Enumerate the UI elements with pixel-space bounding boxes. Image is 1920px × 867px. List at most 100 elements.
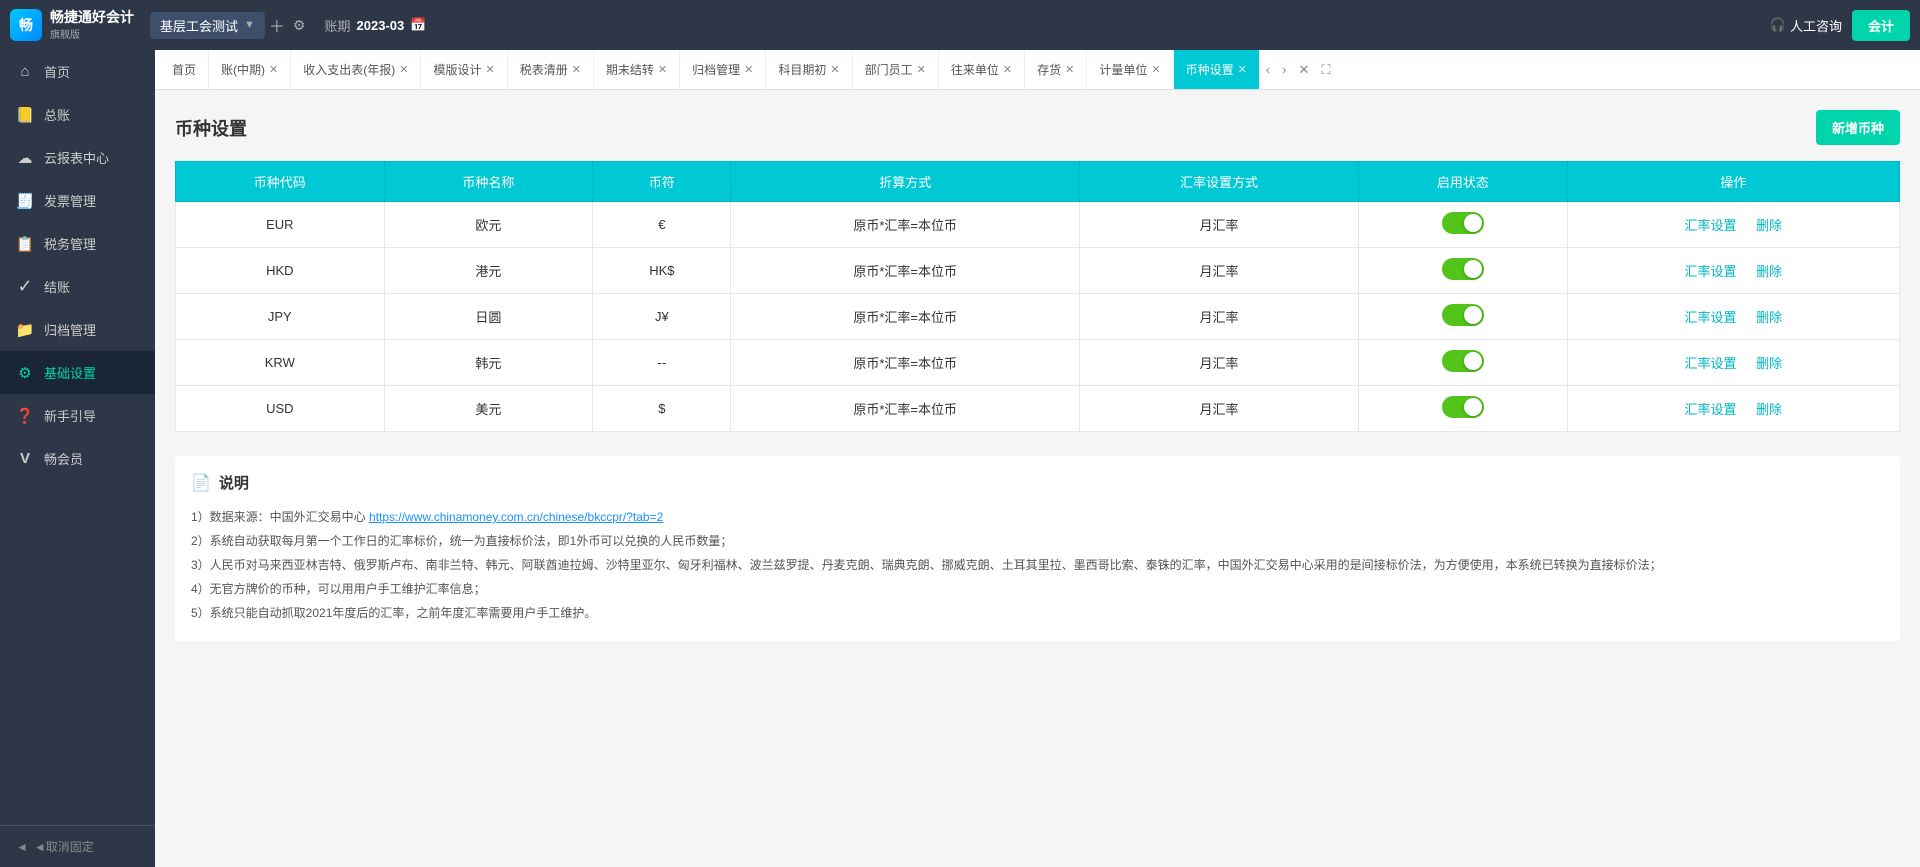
toggle-track[interactable]	[1442, 396, 1484, 418]
period-value: 2023-03	[357, 18, 405, 33]
note-item: 4）无官方牌价的币种，可以用用户手工维护汇率信息；	[191, 577, 1884, 601]
delete-link[interactable]: 删除	[1756, 264, 1782, 279]
tab-subject[interactable]: 科目期初 ✕	[766, 50, 852, 90]
note-link[interactable]: https://www.chinamoney.com.cn/chinese/bk…	[369, 510, 663, 524]
rate-settings-link[interactable]: 汇率设置	[1685, 264, 1737, 279]
tab-close-currency[interactable]: ✕	[1238, 63, 1247, 76]
company-name: 基层工会测试	[160, 16, 238, 35]
tab-period-end[interactable]: 期末结转 ✕	[594, 50, 680, 90]
tab-close-balance[interactable]: ✕	[269, 63, 278, 76]
tab-prev-button[interactable]: ‹	[1260, 62, 1276, 77]
tab-currency[interactable]: 币种设置 ✕	[1174, 50, 1260, 90]
tab-next-button[interactable]: ›	[1276, 62, 1292, 77]
rate-settings-link[interactable]: 汇率设置	[1685, 310, 1737, 325]
tab-archive[interactable]: 归档管理 ✕	[680, 50, 766, 90]
rate-settings-link[interactable]: 汇率设置	[1685, 356, 1737, 371]
tab-balance[interactable]: 账(中期) ✕	[209, 50, 291, 90]
tab-close-archive[interactable]: ✕	[744, 63, 753, 76]
page-header: 币种设置 新增币种	[175, 110, 1900, 145]
notes-icon: 📄	[191, 473, 211, 493]
account-button[interactable]: 会计	[1852, 10, 1910, 41]
help-button[interactable]: 🎧 人工咨询	[1770, 16, 1842, 35]
tab-close-tax[interactable]: ✕	[572, 63, 581, 76]
tab-label-home: 首页	[172, 61, 196, 78]
sidebar-item-guide[interactable]: ❓ 新手引导	[0, 394, 155, 437]
cell-name: 日圆	[384, 294, 593, 340]
tab-close-template[interactable]: ✕	[485, 63, 494, 76]
top-bar-right: 🎧 人工咨询 会计	[1770, 10, 1910, 41]
cell-rate-method: 月汇率	[1079, 202, 1358, 248]
cell-rate-method: 月汇率	[1079, 294, 1358, 340]
cell-symbol: J¥	[593, 294, 731, 340]
tab-close-department[interactable]: ✕	[917, 63, 926, 76]
tab-income[interactable]: 收入支出表(年报) ✕	[291, 50, 421, 90]
toggle-track[interactable]	[1442, 350, 1484, 372]
col-header-rate: 汇率设置方式	[1079, 162, 1358, 202]
sidebar-label-reports: 云报表中心	[44, 148, 109, 167]
new-currency-button[interactable]: 新增币种	[1816, 110, 1900, 145]
rate-settings-link[interactable]: 汇率设置	[1685, 402, 1737, 417]
tab-unit[interactable]: 计量单位 ✕	[1087, 50, 1173, 90]
sidebar-toggle-pin[interactable]: ◄ ◄取消固定	[0, 825, 155, 867]
tab-inventory[interactable]: 存货 ✕	[1025, 50, 1087, 90]
toggle-enabled[interactable]	[1442, 350, 1484, 372]
cell-name: 港元	[384, 248, 593, 294]
tab-close-subject[interactable]: ✕	[830, 63, 839, 76]
cell-calc: 原币*汇率=本位币	[731, 248, 1080, 294]
settings-icon[interactable]: ⚙	[289, 17, 310, 34]
sidebar-item-invoice[interactable]: 🧾 发票管理	[0, 179, 155, 222]
tab-contact[interactable]: 往来单位 ✕	[939, 50, 1025, 90]
col-header-status: 启用状态	[1359, 162, 1568, 202]
tab-close-all-button[interactable]: ✕	[1292, 62, 1315, 78]
delete-link[interactable]: 删除	[1756, 218, 1782, 233]
tab-template[interactable]: 模版设计 ✕	[421, 50, 507, 90]
tab-home[interactable]: 首页	[160, 50, 209, 90]
toggle-track[interactable]	[1442, 304, 1484, 326]
sidebar-item-tax[interactable]: 📋 税务管理	[0, 222, 155, 265]
add-company-button[interactable]: ＋	[265, 13, 289, 37]
tab-label-department: 部门员工	[865, 61, 913, 78]
logo-title: 畅捷通好会计	[50, 9, 134, 26]
sidebar-item-archive[interactable]: 📁 归档管理	[0, 308, 155, 351]
tab-label-unit: 计量单位	[1099, 61, 1147, 78]
tab-close-period-end[interactable]: ✕	[658, 63, 667, 76]
sidebar-item-member[interactable]: V 畅会员	[0, 437, 155, 480]
toggle-track[interactable]	[1442, 258, 1484, 280]
app-container: 畅 畅捷通好会计 旗舰版 基层工会测试 ▼ ＋ ⚙ 账期 2023-03 📅 🎧…	[0, 0, 1920, 867]
sidebar-item-home[interactable]: ⌂ 首页	[0, 50, 155, 93]
main-area: ⌂ 首页 📒 总账 ☁ 云报表中心 🧾 发票管理 📋 税务管理 ✓ 结账	[0, 50, 1920, 867]
chevron-down-icon: ▼	[244, 19, 255, 31]
sidebar-label-member: 畅会员	[44, 449, 83, 468]
pin-icon: ◄	[16, 840, 28, 854]
tab-close-income[interactable]: ✕	[399, 63, 408, 76]
sidebar-item-settings[interactable]: ⚙ 基础设置	[0, 351, 155, 394]
cell-symbol: $	[593, 386, 731, 432]
tab-close-unit[interactable]: ✕	[1151, 63, 1160, 76]
tab-tax[interactable]: 税表清册 ✕	[508, 50, 594, 90]
tab-department[interactable]: 部门员工 ✕	[853, 50, 939, 90]
cell-code: KRW	[176, 340, 385, 386]
page-title: 币种设置	[175, 115, 247, 141]
tab-close-inventory[interactable]: ✕	[1065, 63, 1074, 76]
toggle-enabled[interactable]	[1442, 258, 1484, 280]
sidebar-item-settlement[interactable]: ✓ 结账	[0, 265, 155, 308]
toggle-enabled[interactable]	[1442, 212, 1484, 234]
calendar-icon[interactable]: 📅	[410, 17, 426, 33]
notes-title: 📄 说明	[191, 472, 1884, 493]
delete-link[interactable]: 删除	[1756, 310, 1782, 325]
toggle-track[interactable]	[1442, 212, 1484, 234]
sidebar: ⌂ 首页 📒 总账 ☁ 云报表中心 🧾 发票管理 📋 税务管理 ✓ 结账	[0, 50, 155, 867]
delete-link[interactable]: 删除	[1756, 356, 1782, 371]
toggle-enabled[interactable]	[1442, 396, 1484, 418]
delete-link[interactable]: 删除	[1756, 402, 1782, 417]
currency-table: 币种代码 币种名称 币符 折算方式 汇率设置方式 启用状态 操作 EUR 欧元 …	[175, 161, 1900, 432]
note-item: 5）系统只能自动抓取2021年度后的汇率，之前年度汇率需要用户手工维护。	[191, 601, 1884, 625]
company-selector[interactable]: 基层工会测试 ▼	[150, 12, 265, 39]
toggle-enabled[interactable]	[1442, 304, 1484, 326]
tab-expand-button[interactable]: ⛶	[1315, 62, 1336, 78]
sidebar-item-reports[interactable]: ☁ 云报表中心	[0, 136, 155, 179]
rate-settings-link[interactable]: 汇率设置	[1685, 218, 1737, 233]
note-item: 3）人民币对马来西亚林吉特、俄罗斯卢布、南非兰特、韩元、阿联酋迪拉姆、沙特里亚尔…	[191, 553, 1884, 577]
sidebar-item-ledger[interactable]: 📒 总账	[0, 93, 155, 136]
tab-close-contact[interactable]: ✕	[1003, 63, 1012, 76]
